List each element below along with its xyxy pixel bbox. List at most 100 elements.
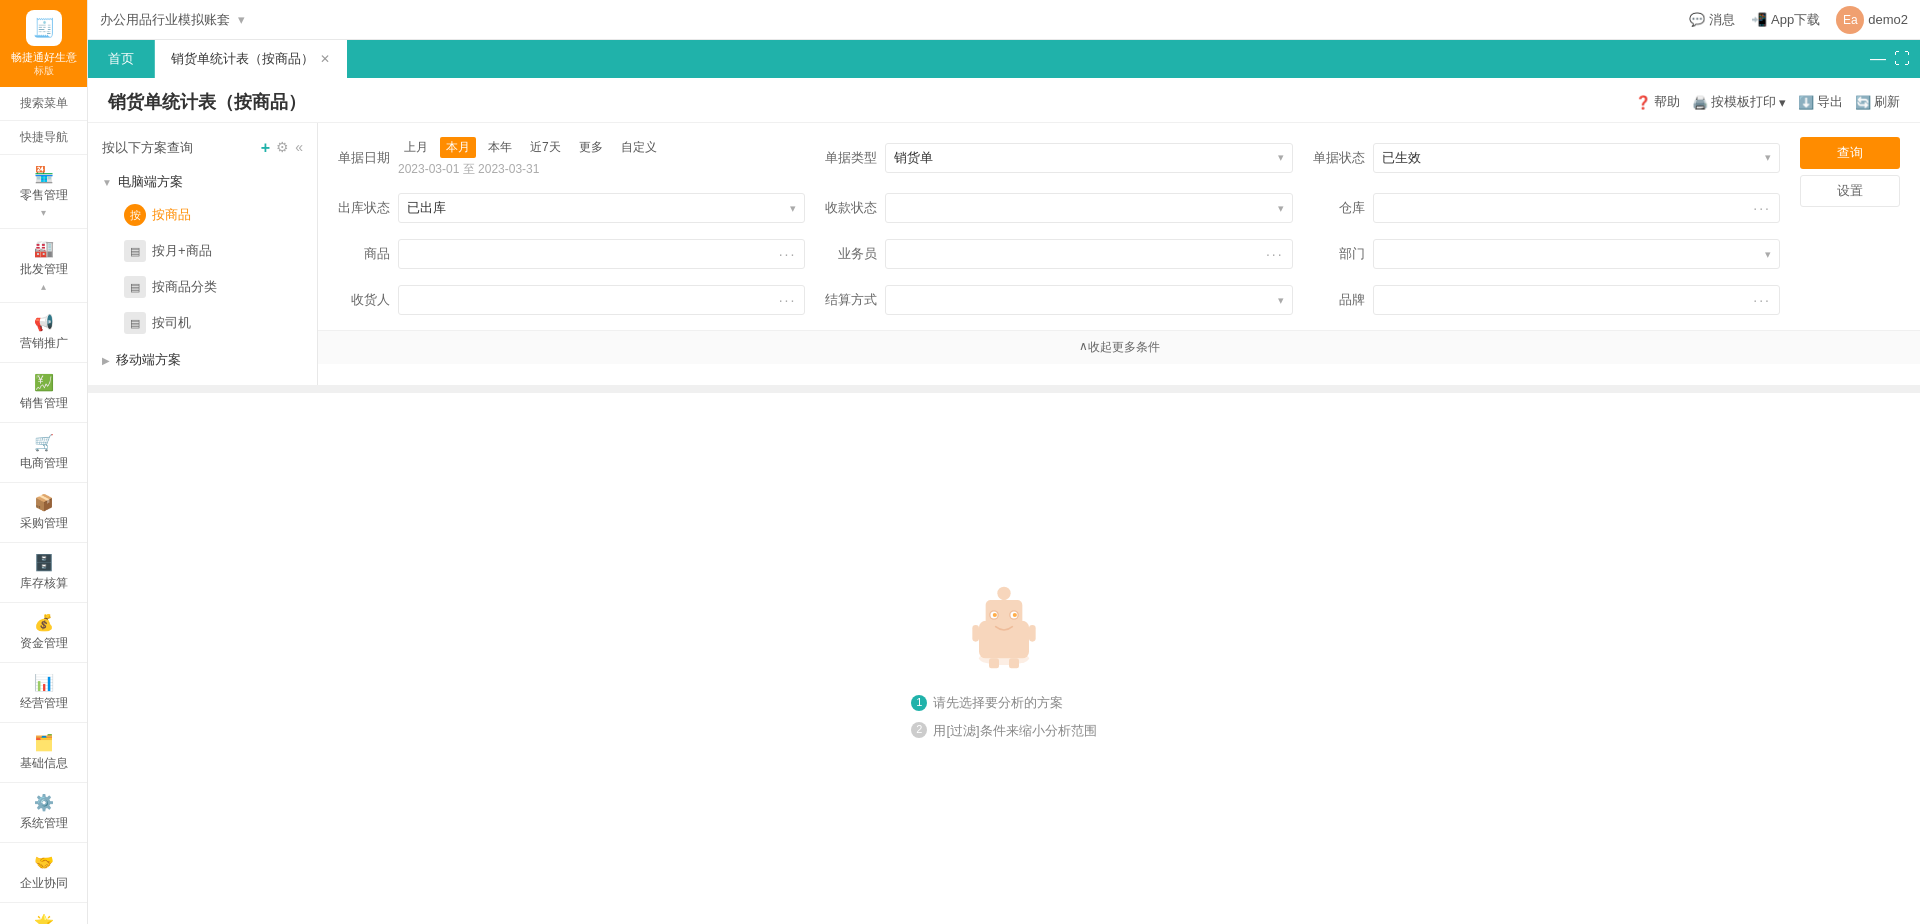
wholesale-icon: 🏭: [34, 239, 54, 258]
date-tab-custom[interactable]: 自定义: [615, 137, 663, 158]
export-btn[interactable]: ⬇️ 导出: [1798, 93, 1843, 111]
print-dropdown-icon[interactable]: ▾: [1779, 95, 1786, 110]
scheme-item-by-goods[interactable]: 按 按商品: [88, 197, 317, 233]
filter-right: 单据日期 上月 本月 本年 近7天 更多: [318, 123, 1920, 385]
sidebar-item-operations[interactable]: 📊 经营管理: [0, 663, 87, 723]
sidebar-quick-nav[interactable]: 快捷导航: [0, 121, 87, 155]
sidebar-item-finance[interactable]: 💰 资金管理: [0, 603, 87, 663]
refresh-btn[interactable]: 🔄 刷新: [1855, 93, 1900, 111]
goods-input[interactable]: ···: [398, 239, 805, 269]
filter-item-dept: 部门 ▾: [1313, 238, 1780, 270]
receiver-input[interactable]: ···: [398, 285, 805, 315]
ecommerce-icon: 🛒: [34, 433, 54, 452]
date-filter: 上月 本月 本年 近7天 更多 自定义 2023-03-01 至 20: [398, 137, 805, 178]
receive-status-select[interactable]: ▾: [885, 193, 1292, 223]
tab-close-icon[interactable]: ✕: [320, 52, 330, 66]
scheme-panel: 按以下方案查询 + ⚙ « ▼ 电脑端方案: [88, 123, 318, 385]
sidebar-item-wholesale[interactable]: 🏭 批发管理 ▴: [0, 229, 87, 303]
sidebar-item-newbie[interactable]: 🌟 新手引导: [0, 903, 87, 924]
sidebar-search[interactable]: 搜索菜单: [0, 87, 87, 121]
sidebar-item-inventory[interactable]: 🗄️ 库存核算: [0, 543, 87, 603]
user-avatar-btn[interactable]: Ea demo2: [1836, 6, 1908, 34]
app-download-btn[interactable]: 📲 App下载: [1751, 11, 1820, 29]
date-tab-last-month[interactable]: 上月: [398, 137, 434, 158]
scheme-item-icon-3: ▤: [124, 312, 146, 334]
sidebar-item-purchase[interactable]: 📦 采购管理: [0, 483, 87, 543]
scheme-group-mobile-header[interactable]: ▶ 移动端方案: [88, 345, 317, 375]
collapse-up-icon: ∧: [1079, 339, 1088, 356]
message-btn[interactable]: 💬 消息: [1689, 11, 1735, 29]
minimize-icon[interactable]: —: [1870, 50, 1886, 68]
out-status-select[interactable]: 已出库 ▾: [398, 193, 805, 223]
scheme-add-icon[interactable]: +: [261, 139, 270, 157]
message-icon: 💬: [1689, 12, 1705, 27]
filter-content-area: 按以下方案查询 + ⚙ « ▼ 电脑端方案: [88, 123, 1920, 385]
topnav-right: 💬 消息 📲 App下载 Ea demo2: [1689, 6, 1908, 34]
out-status-dropdown-icon: ▾: [790, 202, 796, 215]
sidebar-logo: 🧾 畅捷通好生意 标版: [0, 0, 87, 87]
settings-button[interactable]: 设置: [1800, 175, 1900, 207]
tabbar-actions: — ⛶: [1860, 50, 1920, 68]
print-btn[interactable]: 🖨️ 按模板打印 ▾: [1692, 93, 1786, 111]
warehouse-input[interactable]: ···: [1373, 193, 1780, 223]
scheme-item-by-driver[interactable]: ▤ 按司机: [88, 305, 317, 341]
scheme-title: 按以下方案查询 + ⚙ «: [88, 133, 317, 163]
svg-rect-4: [1002, 593, 1005, 601]
filter-item-warehouse: 仓库 ···: [1313, 192, 1780, 224]
sidebar-item-sales[interactable]: 💹 销售管理: [0, 363, 87, 423]
workspace-title: 办公用品行业模拟账套: [100, 11, 230, 29]
sidebar-item-basic[interactable]: 🗂️ 基础信息: [0, 723, 87, 783]
page-title: 销货单统计表（按商品）: [108, 90, 306, 114]
filter-item-date: 单据日期 上月 本月 本年 近7天 更多: [338, 137, 805, 178]
help-icon: ❓: [1635, 95, 1651, 110]
sidebar-item-enterprise[interactable]: 🤝 企业协同: [0, 843, 87, 903]
tabbar: 首页 销货单统计表（按商品） ✕ — ⛶: [88, 40, 1920, 78]
scheme-action-buttons: + ⚙ «: [261, 139, 303, 157]
scheme-item-by-month-goods[interactable]: ▤ 按月+商品: [88, 233, 317, 269]
settle-dropdown-icon: ▾: [1278, 294, 1284, 307]
sidebar-item-ecommerce[interactable]: 🛒 电商管理: [0, 423, 87, 483]
scheme-collapse-icon[interactable]: «: [295, 139, 303, 157]
svg-rect-11: [989, 658, 999, 668]
help-btn[interactable]: ❓ 帮助: [1635, 93, 1680, 111]
filter-row-4: 收货人 ··· 结算方式: [318, 284, 1800, 330]
date-tab-7days[interactable]: 近7天: [524, 137, 567, 158]
filter-item-doc-type: 单据类型 销货单 ▾: [825, 137, 1292, 178]
brand-input[interactable]: ···: [1373, 285, 1780, 315]
sidebar-item-marketing[interactable]: 📢 营销推广: [0, 303, 87, 363]
date-tab-more[interactable]: 更多: [573, 137, 609, 158]
receive-status-dropdown-icon: ▾: [1278, 202, 1284, 215]
doc-type-select[interactable]: 销货单 ▾: [885, 143, 1292, 173]
sidebar-item-system[interactable]: ⚙️ 系统管理: [0, 783, 87, 843]
date-tab-current-month[interactable]: 本月: [440, 137, 476, 158]
collapse-bar[interactable]: ∧ 收起更多条件: [318, 330, 1920, 364]
query-button[interactable]: 查询: [1800, 137, 1900, 169]
sidebar-item-retail[interactable]: 🏪 零售管理 ▾: [0, 155, 87, 229]
maximize-icon[interactable]: ⛶: [1894, 50, 1910, 68]
warehouse-dots-icon: ···: [1753, 200, 1771, 216]
page-content: 销货单统计表（按商品） ❓ 帮助 🖨️ 按模板打印 ▾ ⬇️: [88, 78, 1920, 924]
scheme-group-mobile-label: 移动端方案: [116, 351, 181, 369]
salesperson-input[interactable]: ···: [885, 239, 1292, 269]
empty-state-illustration: [954, 575, 1054, 675]
tab-sales-stats[interactable]: 销货单统计表（按商品） ✕: [155, 40, 347, 78]
receiver-dots-icon: ···: [779, 292, 797, 308]
topnav: 办公用品行业模拟账套 ▾ 💬 消息 📲 App下载 Ea demo2: [88, 0, 1920, 40]
workspace-dropdown-icon[interactable]: ▾: [238, 12, 245, 27]
logo-text: 畅捷通好生意 标版: [11, 50, 77, 77]
date-tab-year[interactable]: 本年: [482, 137, 518, 158]
filter-item-goods: 商品 ···: [338, 238, 805, 270]
scheme-group-pc-header[interactable]: ▼ 电脑端方案: [88, 167, 317, 197]
scheme-item-by-category[interactable]: ▤ 按商品分类: [88, 269, 317, 305]
settle-select[interactable]: ▾: [885, 285, 1292, 315]
filter-item-receive-status: 收款状态 ▾: [825, 192, 1292, 224]
scheme-group-pc-label: 电脑端方案: [118, 173, 183, 191]
tab-home[interactable]: 首页: [88, 40, 155, 78]
empty-tips: 1 请先选择要分析的方案 2 用[过滤]条件来缩小分析范围: [911, 691, 1096, 742]
doc-status-select[interactable]: 已生效 ▾: [1373, 143, 1780, 173]
basic-icon: 🗂️: [34, 733, 54, 752]
tip-num-1: 1: [911, 695, 927, 711]
scheme-settings-icon[interactable]: ⚙: [276, 139, 289, 157]
dept-select[interactable]: ▾: [1373, 239, 1780, 269]
print-icon: 🖨️: [1692, 95, 1708, 110]
